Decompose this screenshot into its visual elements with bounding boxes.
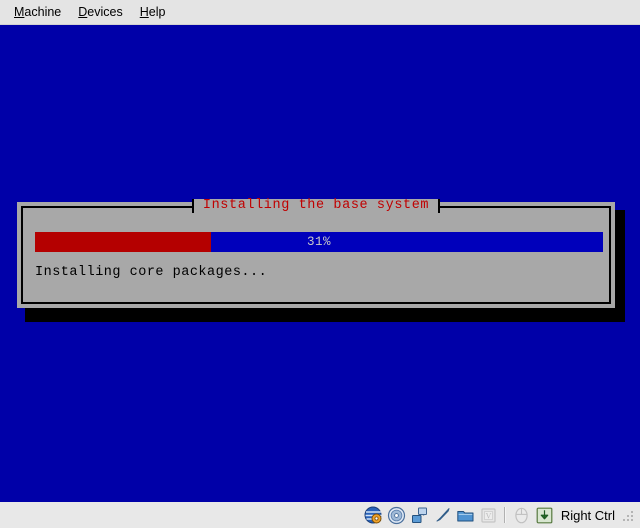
installer-dialog: Installing the base system 31% Installin… (17, 199, 615, 308)
usb-devices-icon[interactable] (433, 506, 452, 525)
host-key-icon[interactable] (535, 506, 554, 525)
virtualbox-vm-window: Machine Devices Help Installing the base… (0, 0, 640, 528)
network-adapters-icon[interactable] (410, 506, 429, 525)
menu-mnemonic-help: H (139, 5, 149, 19)
progress-bar: 31% (35, 232, 603, 252)
vm-console-screen[interactable]: Installing the base system 31% Installin… (0, 25, 640, 502)
installer-status-message: Installing core packages... (35, 265, 268, 280)
cd-dvd-icon[interactable] (387, 506, 406, 525)
dialog-title-row: Installing the base system (23, 196, 609, 216)
menu-label-help: elp (148, 5, 166, 19)
status-bar: V Right Ctrl (0, 502, 640, 528)
status-bar-separator (503, 507, 506, 523)
title-rule-right (438, 199, 609, 213)
menu-label-devices: evices (87, 5, 123, 19)
menu-mnemonic-machine: M (14, 5, 25, 19)
hard-disk-icon[interactable] (364, 506, 383, 525)
dialog-title: Installing the base system (193, 199, 439, 213)
menu-item-help[interactable]: Help (133, 3, 174, 21)
svg-text:V: V (485, 511, 491, 520)
menu-label-machine: achine (24, 5, 62, 19)
menu-item-machine[interactable]: Machine (7, 3, 69, 21)
host-key-label: Right Ctrl (560, 507, 615, 523)
progress-percent-label: 31% (306, 235, 331, 249)
menu-mnemonic-devices: D (78, 5, 88, 19)
virtualization-icon[interactable]: V (479, 506, 498, 525)
shared-folders-icon[interactable] (456, 506, 475, 525)
menu-bar: Machine Devices Help (0, 0, 640, 25)
resize-grip[interactable] (623, 509, 636, 522)
menu-item-devices[interactable]: Devices (71, 3, 130, 21)
installer-dialog-frame: Installing the base system 31% Installin… (21, 199, 611, 304)
title-rule-left (23, 199, 194, 213)
mouse-integration-icon[interactable] (512, 506, 531, 525)
